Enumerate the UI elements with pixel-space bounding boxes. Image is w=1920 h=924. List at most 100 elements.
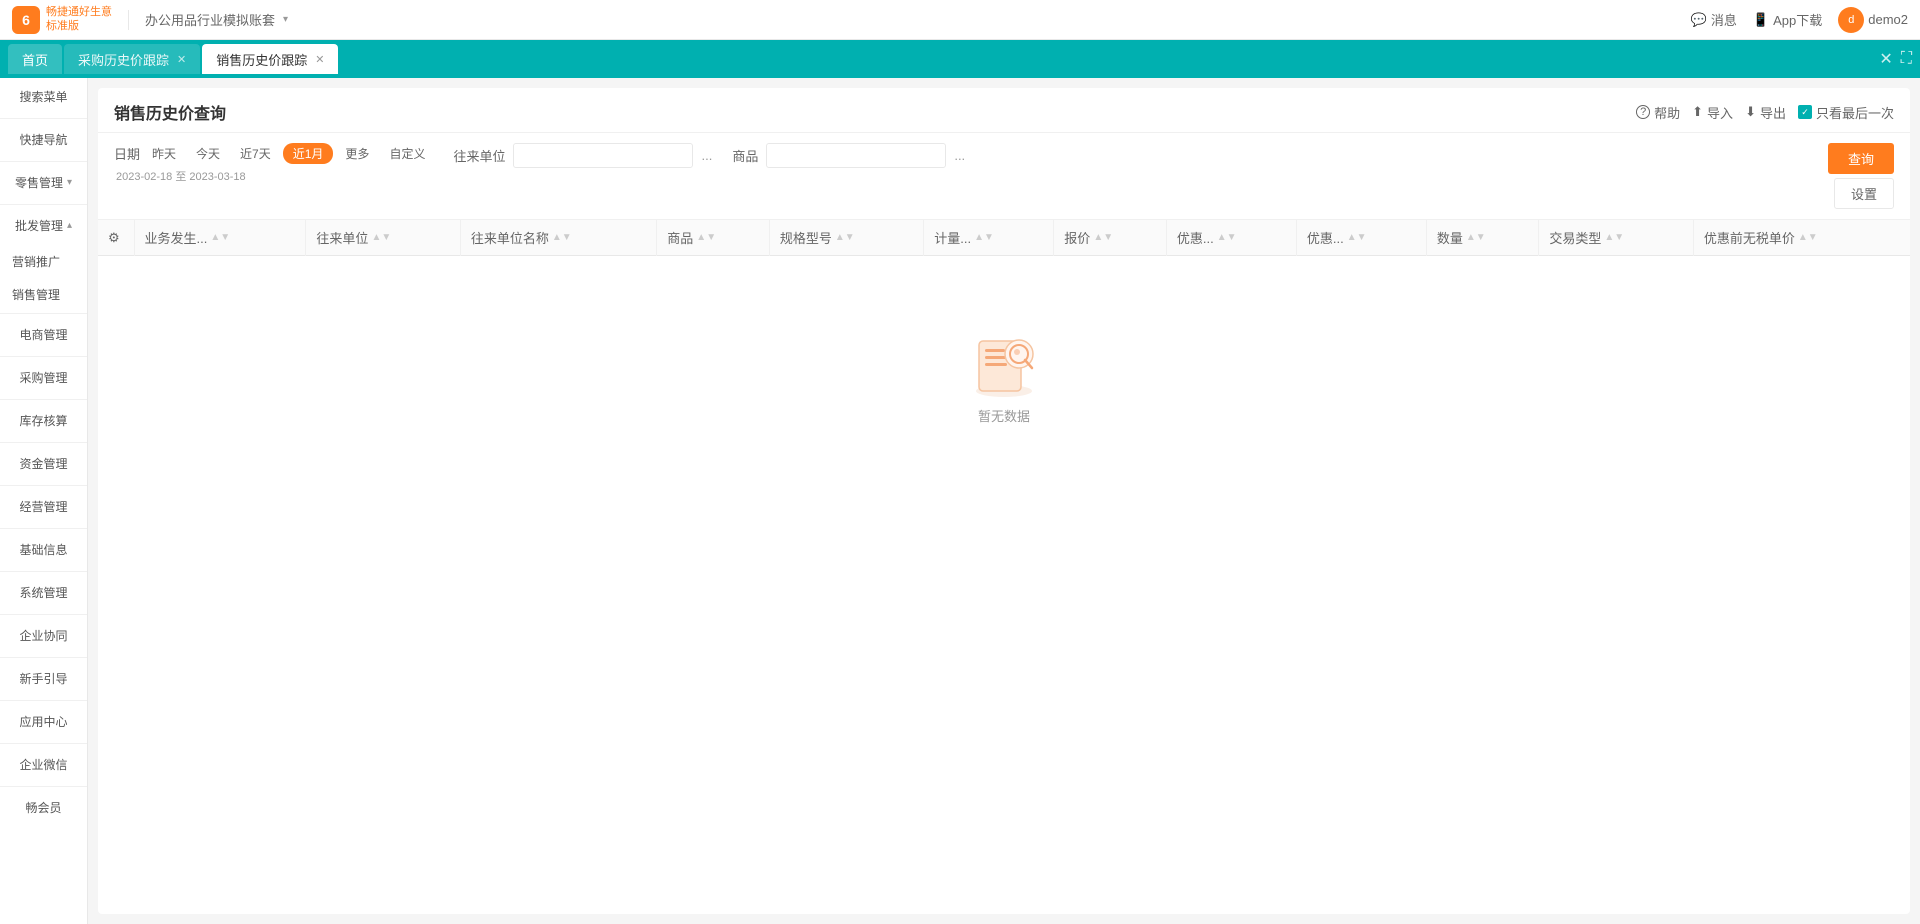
col-partner-code[interactable]: 往来单位 ▲▼ <box>306 220 460 256</box>
sidebar-item-app-center[interactable]: 应用中心 <box>0 703 87 741</box>
sidebar-item-enterprise-wechat[interactable]: 企业微信 <box>0 746 87 784</box>
logo-text: 畅捷通好生意 标准版 <box>46 6 112 32</box>
tab-home[interactable]: 首页 <box>8 44 62 74</box>
sidebar-item-finance[interactable]: 资金管理 <box>0 445 87 483</box>
tab-sales-history[interactable]: 销售历史价跟踪 ✕ <box>202 44 338 74</box>
export-label: 导出 <box>1760 103 1786 122</box>
topbar-dropdown-icon[interactable]: ▾ <box>283 14 288 25</box>
sidebar-sales-mgmt-label: 销售管理 <box>12 288 60 302</box>
tab-close-all-icon[interactable]: ✕ <box>1879 49 1892 69</box>
page-title: 销售历史价查询 <box>114 100 226 124</box>
col-pre-tax-price[interactable]: 优惠前无税单价 ▲▼ <box>1693 220 1910 256</box>
sort-discount2-icon: ▲▼ <box>1347 232 1367 243</box>
sort-quantity-icon: ▲▼ <box>1466 232 1486 243</box>
sidebar-wholesale-label: 批发管理 <box>15 217 63 234</box>
sidebar-divider-6 <box>0 399 87 400</box>
col-quantity[interactable]: 数量 ▲▼ <box>1426 220 1539 256</box>
sidebar-item-ecommerce[interactable]: 电商管理 <box>0 316 87 354</box>
sidebar-retail-label: 零售管理 <box>15 174 63 191</box>
page-header: 销售历史价查询 ? 帮助 ⬆ 导入 ⬇ 导出 ✓ <box>98 88 1910 133</box>
col-spec[interactable]: 规格型号 ▲▼ <box>769 220 923 256</box>
filter-date-col: 日期 昨天 今天 近7天 近1月 更多 自定义 2023-02-18 至 202… <box>114 143 433 184</box>
sidebar-purchase-label: 采购管理 <box>19 369 67 386</box>
username: demo2 <box>1868 12 1908 27</box>
col-discount2[interactable]: 优惠... ▲▼ <box>1296 220 1426 256</box>
only-last-label: 只看最后一次 <box>1816 103 1894 122</box>
sidebar: 搜索菜单 快捷导航 零售管理 ▾ 批发管理 ▴ 营销推广 销售管理 电商管理 采… <box>0 78 88 924</box>
col-quoted-price[interactable]: 报价 ▲▼ <box>1054 220 1167 256</box>
date-btn-custom[interactable]: 自定义 <box>381 143 433 164</box>
sidebar-item-guide[interactable]: 新手引导 <box>0 660 87 698</box>
sidebar-divider-4 <box>0 313 87 314</box>
col-unit[interactable]: 计量... ▲▼ <box>924 220 1054 256</box>
filter-actions: 查询 设置 <box>1828 143 1894 209</box>
topbar-user[interactable]: d demo2 <box>1838 7 1908 33</box>
sidebar-item-system-mgmt[interactable]: 系统管理 <box>0 574 87 612</box>
only-last-checkbox-label[interactable]: ✓ 只看最后一次 <box>1798 103 1894 122</box>
col-discount1-label: 优惠... <box>1177 228 1214 247</box>
sidebar-divider-11 <box>0 614 87 615</box>
sidebar-item-wholesale-mgmt[interactable]: 批发管理 ▴ <box>0 207 87 245</box>
col-trade-type[interactable]: 交易类型 ▲▼ <box>1539 220 1693 256</box>
export-btn[interactable]: ⬇ 导出 <box>1745 103 1786 122</box>
sort-unit-icon: ▲▼ <box>974 232 994 243</box>
sidebar-item-quick-nav[interactable]: 快捷导航 <box>0 121 87 159</box>
help-icon: ? <box>1636 105 1650 119</box>
sidebar-item-retail-mgmt[interactable]: 零售管理 ▾ <box>0 164 87 202</box>
sidebar-inventory-label: 库存核算 <box>19 412 67 429</box>
partner-filter-label: 往来单位 <box>453 146 505 165</box>
date-btn-yesterday[interactable]: 昨天 <box>144 143 184 164</box>
help-btn[interactable]: ? 帮助 <box>1636 103 1680 122</box>
sidebar-item-inventory[interactable]: 库存核算 <box>0 402 87 440</box>
col-trade-type-label: 交易类型 <box>1549 228 1601 247</box>
col-partner-name[interactable]: 往来单位名称 ▲▼ <box>460 220 656 256</box>
topbar-left: 6 畅捷通好生意 标准版 办公用品行业模拟账套 ▾ <box>12 6 288 34</box>
col-biz-date[interactable]: 业务发生... ▲▼ <box>134 220 306 256</box>
sidebar-item-business[interactable]: 经营管理 <box>0 488 87 526</box>
date-btn-last1month[interactable]: 近1月 <box>283 143 334 164</box>
sidebar-item-purchase[interactable]: 采购管理 <box>0 359 87 397</box>
sidebar-sub-item-sales-mgmt[interactable]: 销售管理 <box>0 278 87 311</box>
sidebar-item-enterprise-agree[interactable]: 企业协同 <box>0 617 87 655</box>
col-gear[interactable]: ⚙ <box>98 220 134 256</box>
partner-filter-input[interactable] <box>513 143 693 168</box>
sidebar-divider-14 <box>0 743 87 744</box>
date-btn-last7[interactable]: 近7天 <box>232 143 279 164</box>
tab-fullscreen-icon[interactable]: ⛶ <box>1901 50 1912 68</box>
sidebar-item-basic-info[interactable]: 基础信息 <box>0 531 87 569</box>
import-btn[interactable]: ⬆ 导入 <box>1692 103 1733 122</box>
tab-purchase-close-icon[interactable]: ✕ <box>177 53 186 66</box>
sidebar-ecommerce-label: 电商管理 <box>19 326 67 343</box>
partner-filter-ellipsis[interactable]: ... <box>701 148 712 163</box>
table-header: ⚙ 业务发生... ▲▼ 往来单位 <box>98 220 1910 256</box>
col-product-label: 商品 <box>667 228 693 247</box>
settings-button[interactable]: 设置 <box>1834 178 1894 209</box>
sidebar-guide-label: 新手引导 <box>19 670 67 687</box>
col-spec-label: 规格型号 <box>780 228 832 247</box>
sort-pre-tax-price-icon: ▲▼ <box>1798 232 1818 243</box>
sidebar-divider-1 <box>0 118 87 119</box>
tab-purchase-history[interactable]: 采购历史价跟踪 ✕ <box>64 44 200 74</box>
date-btn-today[interactable]: 今天 <box>188 143 228 164</box>
topbar-right: 💬 消息 📱 App下载 d demo2 <box>1691 7 1908 33</box>
message-icon: 💬 <box>1691 12 1707 28</box>
topbar-message-btn[interactable]: 💬 消息 <box>1691 10 1737 29</box>
product-filter-ellipsis[interactable]: ... <box>954 148 965 163</box>
tab-sales-close-icon[interactable]: ✕ <box>315 53 324 66</box>
sidebar-quick-nav-label: 快捷导航 <box>19 131 67 148</box>
sidebar-item-search-menu[interactable]: 搜索菜单 <box>0 78 87 116</box>
col-product[interactable]: 商品 ▲▼ <box>657 220 770 256</box>
col-discount1[interactable]: 优惠... ▲▼ <box>1166 220 1296 256</box>
topbar-app-download-btn[interactable]: 📱 App下载 <box>1753 10 1822 29</box>
gear-icon: ⚙ <box>108 230 120 245</box>
sidebar-sub-item-marketing[interactable]: 营销推广 <box>0 245 87 278</box>
date-btn-more[interactable]: 更多 <box>337 143 377 164</box>
col-partner-code-label: 往来单位 <box>316 228 368 247</box>
sort-partner-code-icon: ▲▼ <box>371 232 391 243</box>
sidebar-divider-15 <box>0 786 87 787</box>
topbar-divider <box>128 10 129 30</box>
product-filter-input[interactable] <box>766 143 946 168</box>
sidebar-item-member[interactable]: 畅会员 <box>0 789 87 827</box>
page-card: 销售历史价查询 ? 帮助 ⬆ 导入 ⬇ 导出 ✓ <box>98 88 1910 914</box>
search-button[interactable]: 查询 <box>1828 143 1894 174</box>
